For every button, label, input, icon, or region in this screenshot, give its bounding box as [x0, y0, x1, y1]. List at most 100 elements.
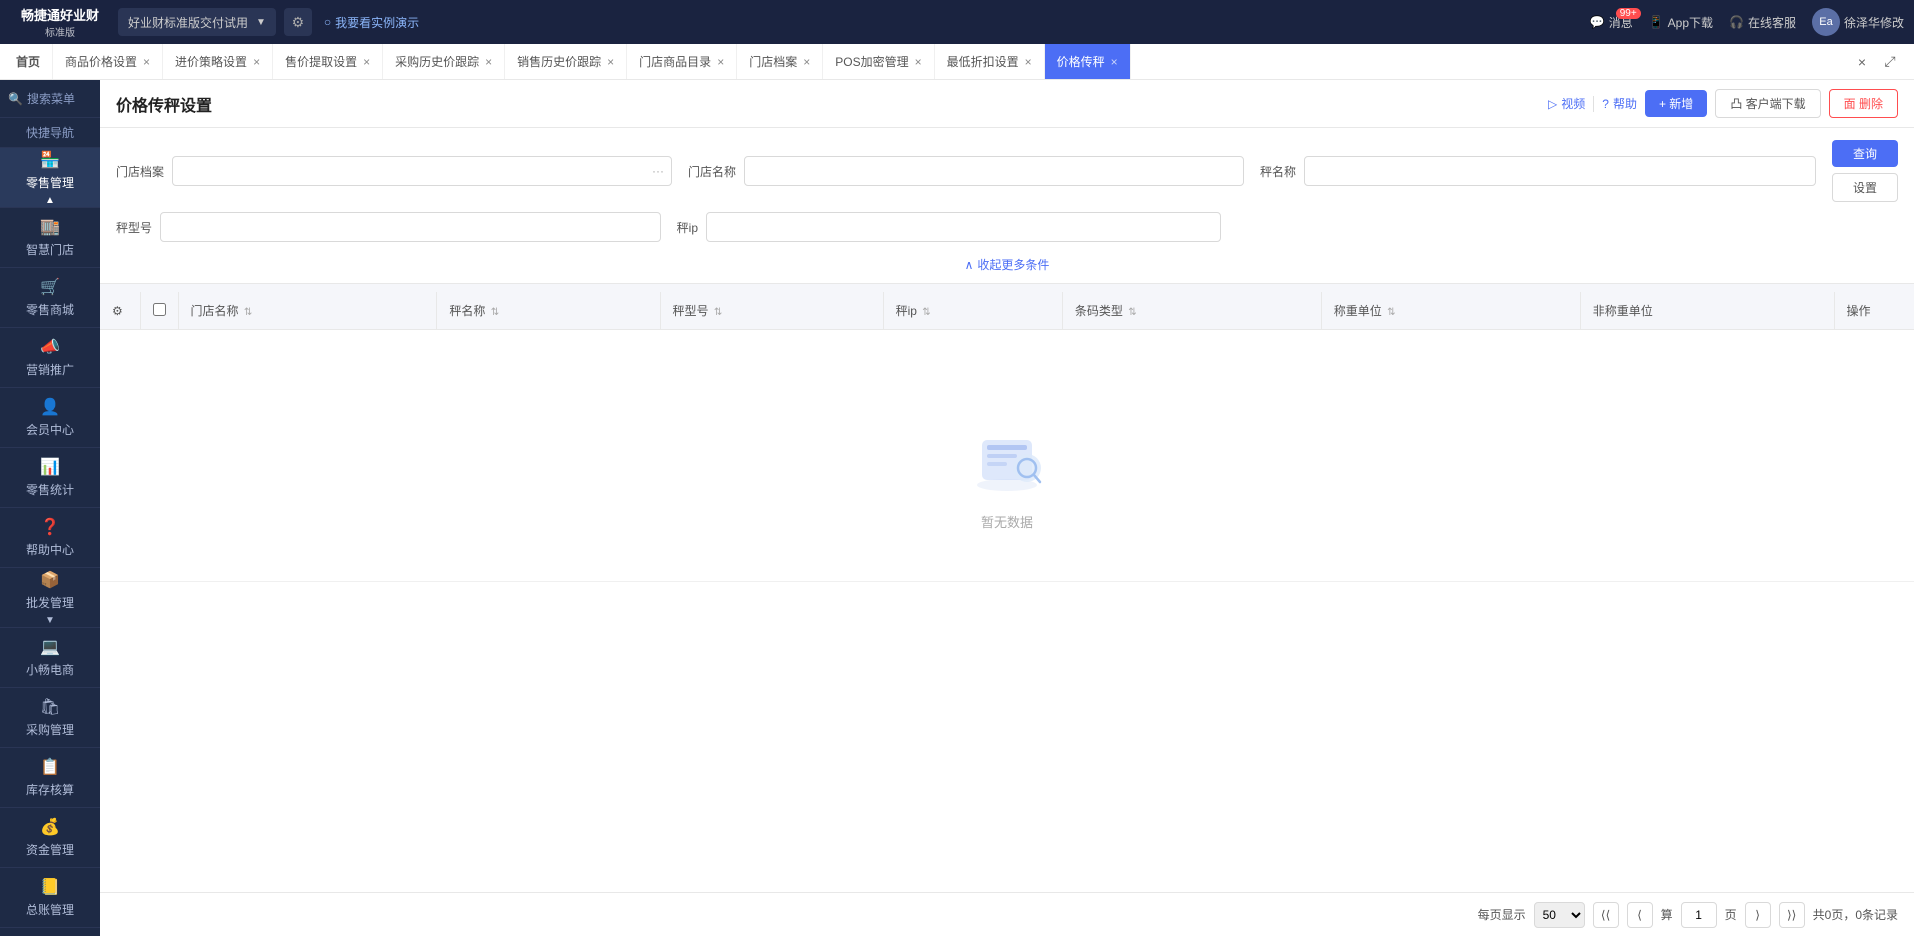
sidebar-item-member[interactable]: 👤 会员中心 — [0, 388, 100, 448]
tab-sale-history[interactable]: 销售历史价跟踪 × — [505, 44, 627, 80]
tab-purchase-strategy[interactable]: 进价策略设置 × — [163, 44, 273, 80]
tab-purchase-history-label: 采购历史价跟踪 — [395, 53, 479, 70]
th-gear[interactable]: ⚙ — [100, 292, 140, 330]
sidebar-item-xiaochang-label: 小畅电商 — [26, 661, 74, 678]
user-button[interactable]: Ea 徐泽华修改 — [1812, 8, 1904, 36]
tab-goods-price[interactable]: 商品价格设置 × — [53, 44, 163, 80]
sidebar-item-inventory[interactable]: 📋 库存核算 — [0, 748, 100, 808]
scale-name-input[interactable] — [1304, 156, 1816, 186]
delete-button[interactable]: 面 删除 — [1829, 89, 1898, 118]
th-check[interactable] — [140, 292, 178, 330]
help-link[interactable]: ? 帮助 — [1602, 95, 1637, 112]
sidebar-item-account[interactable]: 📒 总账管理 — [0, 868, 100, 928]
tab-purchase-history[interactable]: 采购历史价跟踪 × — [383, 44, 505, 80]
page-title: 价格传秤设置 — [116, 92, 212, 116]
app-download-button[interactable]: 📱 App下载 — [1649, 14, 1713, 31]
tab-pos-manage[interactable]: POS加密管理 × — [823, 44, 934, 80]
th-barcode-type-label: 条码类型 — [1075, 304, 1123, 318]
sidebar-item-smart-store[interactable]: 🏬 智慧门店 — [0, 208, 100, 268]
th-scale-model-label: 秤型号 — [673, 304, 709, 318]
per-page-select[interactable]: 50 10 20 100 — [1534, 902, 1585, 928]
download-button[interactable]: 凸 客户端下载 — [1715, 89, 1820, 118]
smart-store-icon: 🏬 — [40, 217, 60, 237]
th-scale-name[interactable]: 秤名称 ⇅ — [437, 292, 660, 330]
tab-close-icon[interactable]: × — [915, 55, 922, 69]
tab-close-icon[interactable]: × — [253, 55, 260, 69]
store-name-input[interactable] — [744, 156, 1244, 186]
select-all-checkbox[interactable] — [153, 303, 166, 316]
retail-stat-icon: 📊 — [40, 457, 60, 477]
video-link[interactable]: ▷ 视频 — [1548, 95, 1585, 112]
tab-home[interactable]: 首页 — [4, 44, 53, 80]
sidebar-item-retail-stat[interactable]: 📊 零售统计 — [0, 448, 100, 508]
ellipsis-icon[interactable]: ··· — [652, 164, 664, 178]
demo-button[interactable]: ○ 我要看实例演示 — [324, 14, 419, 31]
message-button[interactable]: 💬 消息 99+ — [1590, 14, 1633, 31]
tab-close-current-button[interactable]: × — [1850, 50, 1874, 74]
collapse-label: 收起更多条件 — [977, 256, 1049, 273]
page-suffix: 页 — [1725, 906, 1737, 923]
retail-icon: 🏪 — [40, 150, 60, 170]
collapse-button[interactable]: ∧ 收起更多条件 — [116, 252, 1898, 277]
table-area: ⚙ 门店名称 ⇅ 秤名称 ⇅ 秤型号 — [100, 292, 1914, 892]
sidebar: 🔍 搜索菜单 快捷导航 🏪 零售管理 ▲ 🏬 智慧门店 🛒 零售商城 📣 营销推… — [0, 80, 100, 936]
empty-state: 暂无数据 — [112, 340, 1902, 571]
next-page-button[interactable]: ⟩ — [1745, 902, 1771, 928]
th-store-name[interactable]: 门店名称 ⇅ — [178, 292, 437, 330]
page-number-input[interactable] — [1681, 902, 1717, 928]
sidebar-item-retail-mall[interactable]: 🛒 零售商城 — [0, 268, 100, 328]
xiaochang-icon: 💻 — [40, 637, 60, 657]
sidebar-item-retail[interactable]: 🏪 零售管理 ▲ — [0, 148, 100, 208]
tab-price-scale[interactable]: 价格传秤 × — [1045, 44, 1131, 80]
tab-close-icon[interactable]: × — [1025, 55, 1032, 69]
online-service-button[interactable]: 🎧 在线客服 — [1729, 14, 1796, 31]
prev-page-button[interactable]: ⟨ — [1627, 902, 1653, 928]
query-button[interactable]: 查询 — [1832, 140, 1898, 167]
tab-close-icon[interactable]: × — [485, 55, 492, 69]
tab-close-icon[interactable]: × — [143, 55, 150, 69]
sidebar-nav[interactable]: 快捷导航 — [0, 118, 100, 148]
sidebar-item-invoice[interactable]: 🧾 发票管理 — [0, 928, 100, 936]
product-selector[interactable]: 好业财标准版交付试用 ▼ — [118, 8, 276, 36]
sidebar-item-marketing[interactable]: 📣 营销推广 — [0, 328, 100, 388]
tab-min-discount[interactable]: 最低折扣设置 × — [935, 44, 1045, 80]
topbar-right: 💬 消息 99+ 📱 App下载 🎧 在线客服 Ea 徐泽华修改 — [1590, 8, 1904, 36]
sidebar-item-help[interactable]: ❓ 帮助中心 — [0, 508, 100, 568]
empty-cell: 暂无数据 — [100, 330, 1914, 582]
tab-goods-price-label: 商品价格设置 — [65, 53, 137, 70]
first-page-button[interactable]: ⟨⟨ — [1593, 902, 1619, 928]
add-button[interactable]: + 新增 — [1645, 90, 1707, 117]
set-button[interactable]: 设置 — [1832, 173, 1898, 202]
tab-maximize-button[interactable]: ⤢ — [1878, 50, 1902, 74]
sidebar-item-wholesale[interactable]: 📦 批发管理 ▼ — [0, 568, 100, 628]
topbar-settings-button[interactable]: ⚙ — [284, 8, 312, 36]
scale-ip-input[interactable] — [706, 212, 1221, 242]
th-weight-unit[interactable]: 称重单位 ⇅ — [1321, 292, 1580, 330]
tab-close-icon[interactable]: × — [803, 55, 810, 69]
tab-store-catalog[interactable]: 门店商品目录 × — [627, 44, 737, 80]
sort-icon: ⇅ — [1128, 307, 1136, 318]
scale-model-input[interactable] — [160, 212, 661, 242]
tab-close-icon[interactable]: × — [607, 55, 614, 69]
th-scale-ip[interactable]: 秤ip ⇅ — [883, 292, 1062, 330]
tab-close-icon[interactable]: × — [363, 55, 370, 69]
chevron-down-icon: ▼ — [45, 615, 55, 626]
tab-close-icon[interactable]: × — [1111, 55, 1118, 69]
sidebar-item-xiaochang[interactable]: 💻 小畅电商 — [0, 628, 100, 688]
page-prefix: 算 — [1661, 906, 1673, 923]
tab-store-archive[interactable]: 门店档案 × — [737, 44, 823, 80]
sidebar-item-purchase[interactable]: 🛍 采购管理 — [0, 688, 100, 748]
data-table: ⚙ 门店名称 ⇅ 秤名称 ⇅ 秤型号 — [100, 292, 1914, 582]
video-label: 视频 — [1561, 95, 1585, 112]
tab-close-icon[interactable]: × — [717, 55, 724, 69]
th-scale-model[interactable]: 秤型号 ⇅ — [660, 292, 883, 330]
scale-model-label: 秤型号 — [116, 219, 152, 236]
sidebar-search[interactable]: 🔍 搜索菜单 — [0, 80, 100, 118]
store-archive-input[interactable] — [172, 156, 672, 186]
th-barcode-type[interactable]: 条码类型 ⇅ — [1062, 292, 1321, 330]
sidebar-item-finance[interactable]: 💰 资金管理 — [0, 808, 100, 868]
last-page-button[interactable]: ⟩⟩ — [1779, 902, 1805, 928]
tab-sale-extract[interactable]: 售价提取设置 × — [273, 44, 383, 80]
sidebar-item-smart-store-label: 智慧门店 — [26, 241, 74, 258]
th-non-weight-unit-label: 非称重单位 — [1593, 304, 1653, 318]
